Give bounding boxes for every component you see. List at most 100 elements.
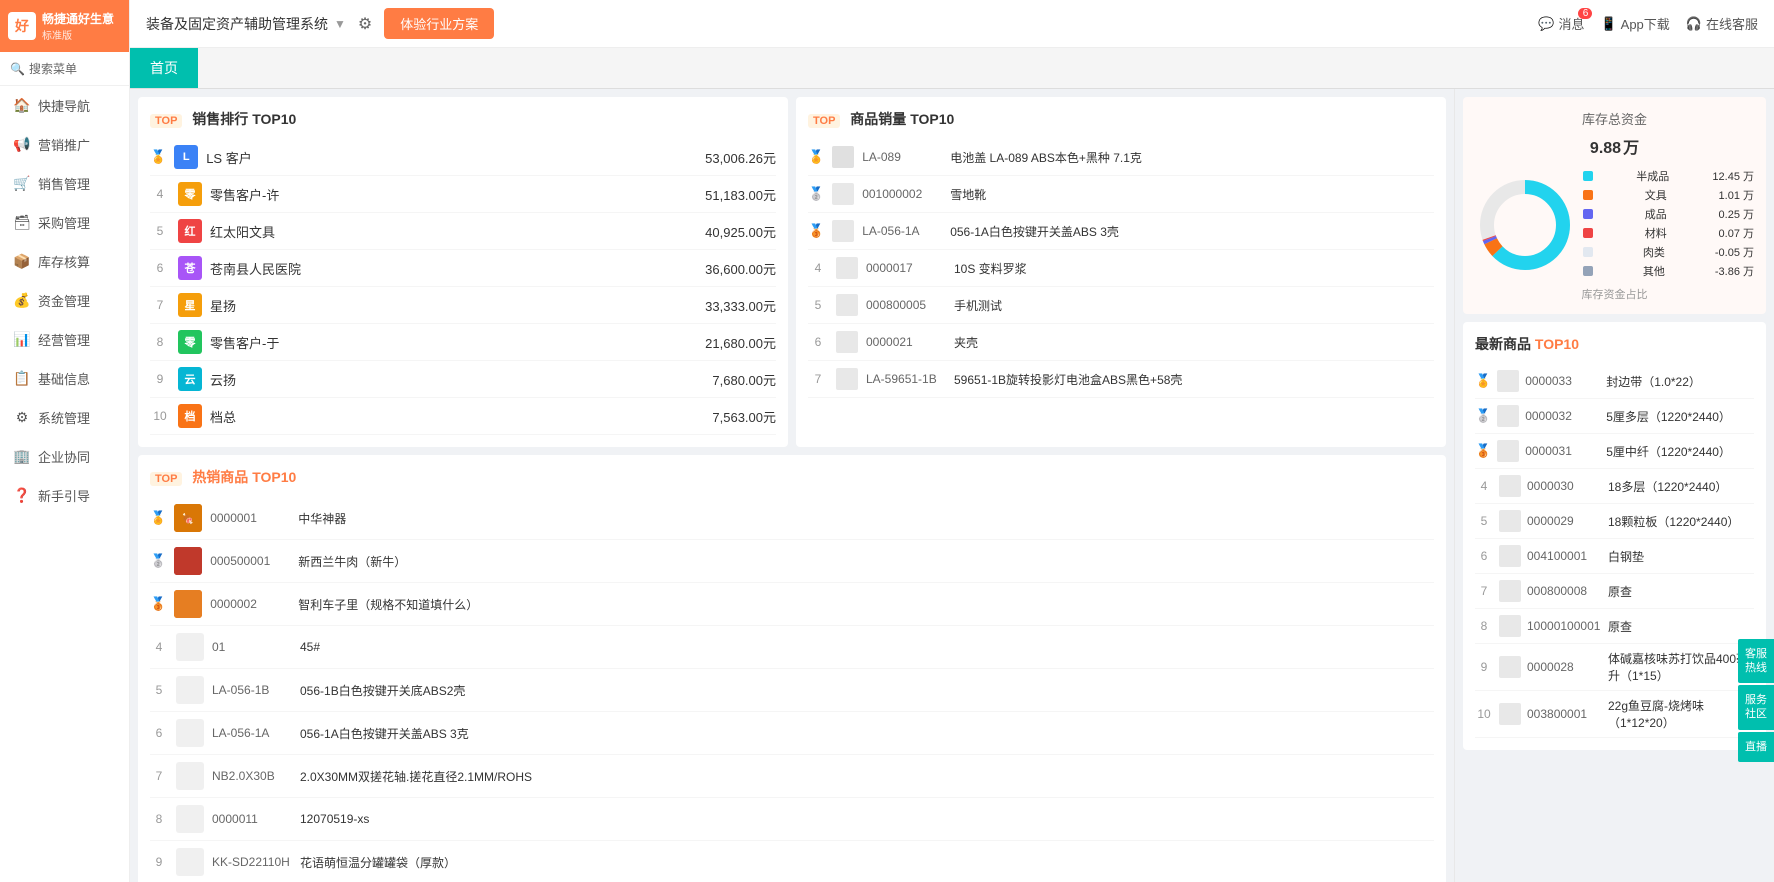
table-row: 🏅 0000033 封边带（1.0*22）: [1475, 364, 1754, 399]
sidebar-item-sales[interactable]: 🛒 销售管理: [0, 164, 129, 203]
sidebar: 好 畅捷通好生意 标准版 🔍 搜索菜单 🏠 快捷导航 📢 营销推广 🛒 销售管理…: [0, 0, 130, 882]
table-row: 4 0000017 10S 变料罗浆: [808, 250, 1434, 287]
table-row: 🥉 0000031 5厘中纤（1220*2440）: [1475, 434, 1754, 469]
table-row: 8 10000100001 原查: [1475, 609, 1754, 644]
legend-dot: [1583, 228, 1593, 238]
svg-text:🍖: 🍖: [182, 512, 194, 525]
table-row: 🥈 0000032 5厘多层（1220*2440）: [1475, 399, 1754, 434]
sidebar-item-purchase[interactable]: 🗃 采购管理: [0, 203, 129, 242]
hot-products-title: TOP 热销商品 TOP10: [150, 467, 1434, 487]
sidebar-item-system[interactable]: ⚙ 系统管理: [0, 398, 129, 437]
sales-ranking-title: TOP 销售排行 TOP10: [150, 109, 776, 129]
product-image: [176, 633, 204, 661]
product-image: [1497, 370, 1519, 392]
headset-icon: 🎧: [1686, 16, 1702, 32]
product-image: [836, 331, 858, 353]
trial-button[interactable]: 体验行业方案: [384, 8, 494, 39]
table-row: 5 LA-056-1B 056-1B白色按键开关底ABS2壳: [150, 669, 1434, 712]
sidebar-item-finance[interactable]: 💰 资金管理: [0, 281, 129, 320]
sales-ranking-card: TOP 销售排行 TOP10 🏅 L LS 客户 53,006.26元 4: [138, 97, 788, 447]
topbar-title: 装备及固定资产辅助管理系统 ▼: [146, 14, 346, 34]
table-row: 7 星 星扬 33,333.00元: [150, 287, 776, 324]
sidebar-item-quicknav[interactable]: 🏠 快捷导航: [0, 86, 129, 125]
new-products-title: 最新商品 TOP10: [1475, 334, 1754, 354]
table-row: 6 0000021 夹壳: [808, 324, 1434, 361]
table-row: 🥈 000500001 新西兰牛肉（新牛）: [150, 540, 1434, 583]
messages-btn[interactable]: 💬 消息 6: [1538, 14, 1584, 33]
product-image: [1497, 405, 1519, 427]
medal-icon: 🏅: [1475, 373, 1491, 389]
inventory-amount: 9.88万: [1475, 132, 1754, 160]
medal-icon: 🥈: [1475, 408, 1491, 424]
hot-products-card: TOP 热销商品 TOP10 🏅 🍖 0000001 中华神器 🥈: [138, 455, 1446, 882]
table-row: 4 01 45#: [150, 626, 1434, 669]
new-products-card: 最新商品 TOP10 🏅 0000033 封边带（1.0*22） 🥈 00000…: [1463, 322, 1766, 750]
product-image: [1499, 510, 1521, 532]
product-image: [1499, 703, 1521, 725]
sidebar-item-cooperation[interactable]: 🏢 企业协同: [0, 437, 129, 476]
chart-area: 半成品 12.45 万 文具 1.01 万 成品 0.25 万: [1475, 168, 1754, 282]
table-row: 7 NB2.0X30B 2.0X30MM双搓花轴.搓花直径2.1MM/ROHS: [150, 755, 1434, 798]
app-download-btn[interactable]: 📱 App下载: [1600, 14, 1669, 33]
home-icon: 🏠: [14, 98, 30, 114]
avatar: 云: [178, 367, 202, 391]
avatar: L: [174, 145, 198, 169]
table-row: 🏅 🍖 0000001 中华神器: [150, 497, 1434, 540]
guide-icon: ❓: [14, 488, 30, 504]
table-row: 5 红 红太阳文具 40,925.00元: [150, 213, 776, 250]
system-name: 装备及固定资产辅助管理系统: [146, 14, 328, 34]
top-rankings: TOP 销售排行 TOP10 🏅 L LS 客户 53,006.26元 4: [138, 97, 1446, 447]
inventory-caption: 库存资金占比: [1475, 286, 1754, 302]
inventory-title: 库存总资金: [1475, 109, 1754, 128]
search-menu[interactable]: 🔍 搜索菜单: [0, 52, 129, 86]
product-qty-ranking-card: TOP 商品销量 TOP10 🏅 LA-089 电池盖 LA-089 ABS本色…: [796, 97, 1446, 447]
legend-dot: [1583, 266, 1593, 276]
dropdown-icon[interactable]: ▼: [334, 17, 346, 31]
table-row: 6 004100001 白钢垫: [1475, 539, 1754, 574]
sidebar-item-guide[interactable]: ❓ 新手引导: [0, 476, 129, 515]
medal-icon: 🥉: [808, 223, 824, 239]
service-community-btn[interactable]: 服务社区: [1738, 685, 1774, 730]
online-service-btn[interactable]: 🎧 在线客服: [1686, 14, 1758, 33]
tab-home[interactable]: 首页: [130, 48, 198, 88]
float-buttons: 客服热线 服务社区 直播: [1738, 639, 1774, 762]
legend-dot: [1583, 247, 1593, 257]
table-row: 8 零 零售客户-于 21,680.00元: [150, 324, 776, 361]
product-image: [832, 183, 854, 205]
medal-icon: 🥈: [150, 553, 166, 569]
purchase-icon: 🗃: [14, 215, 30, 231]
settings-icon[interactable]: ⚙: [358, 14, 372, 34]
legend-item: 其他 -3.86 万: [1583, 263, 1754, 279]
product-image: [832, 220, 854, 242]
table-row: 4 0000030 18多层（1220*2440）: [1475, 469, 1754, 504]
table-row: 5 0000029 18颗粒板（1220*2440）: [1475, 504, 1754, 539]
table-row: 9 KK-SD22110H 花语萌恒温分罐罐袋（厚款）: [150, 841, 1434, 882]
main-area: 装备及固定资产辅助管理系统 ▼ ⚙ 体验行业方案 💬 消息 6 📱 App下载 …: [130, 0, 1774, 882]
product-image: [176, 676, 204, 704]
sidebar-item-operations[interactable]: 📊 经营管理: [0, 320, 129, 359]
legend-item: 半成品 12.45 万: [1583, 168, 1754, 184]
product-image: [832, 146, 854, 168]
live-btn[interactable]: 直播: [1738, 732, 1774, 762]
operations-icon: 📊: [14, 332, 30, 348]
table-row: 6 LA-056-1A 056-1A白色按键开关盖ABS 3克: [150, 712, 1434, 755]
product-image: [174, 547, 202, 575]
phone-icon: 📱: [1600, 16, 1616, 32]
legend-dot: [1583, 190, 1593, 200]
table-row: 🏅 LA-089 电池盖 LA-089 ABS本色+黑种 7.1克: [808, 139, 1434, 176]
product-image: [176, 848, 204, 876]
nav-tabs: 首页: [130, 48, 1774, 89]
sidebar-item-basics[interactable]: 📋 基础信息: [0, 359, 129, 398]
table-row: 🥉 0000002 智利车子里（规格不知道填什么）: [150, 583, 1434, 626]
table-row: 9 云 云扬 7,680.00元: [150, 361, 776, 398]
product-image: [1499, 615, 1521, 637]
customer-service-btn[interactable]: 客服热线: [1738, 639, 1774, 684]
medal-icon: 🏅: [808, 149, 824, 165]
sidebar-item-inventory[interactable]: 📦 库存核算: [0, 242, 129, 281]
inventory-icon: 📦: [14, 254, 30, 270]
legend-item: 文具 1.01 万: [1583, 187, 1754, 203]
sidebar-item-marketing[interactable]: 📢 营销推广: [0, 125, 129, 164]
system-icon: ⚙: [14, 410, 30, 426]
medal-icon: 🥈: [808, 186, 824, 202]
medal-icon: 🏅: [150, 510, 166, 526]
